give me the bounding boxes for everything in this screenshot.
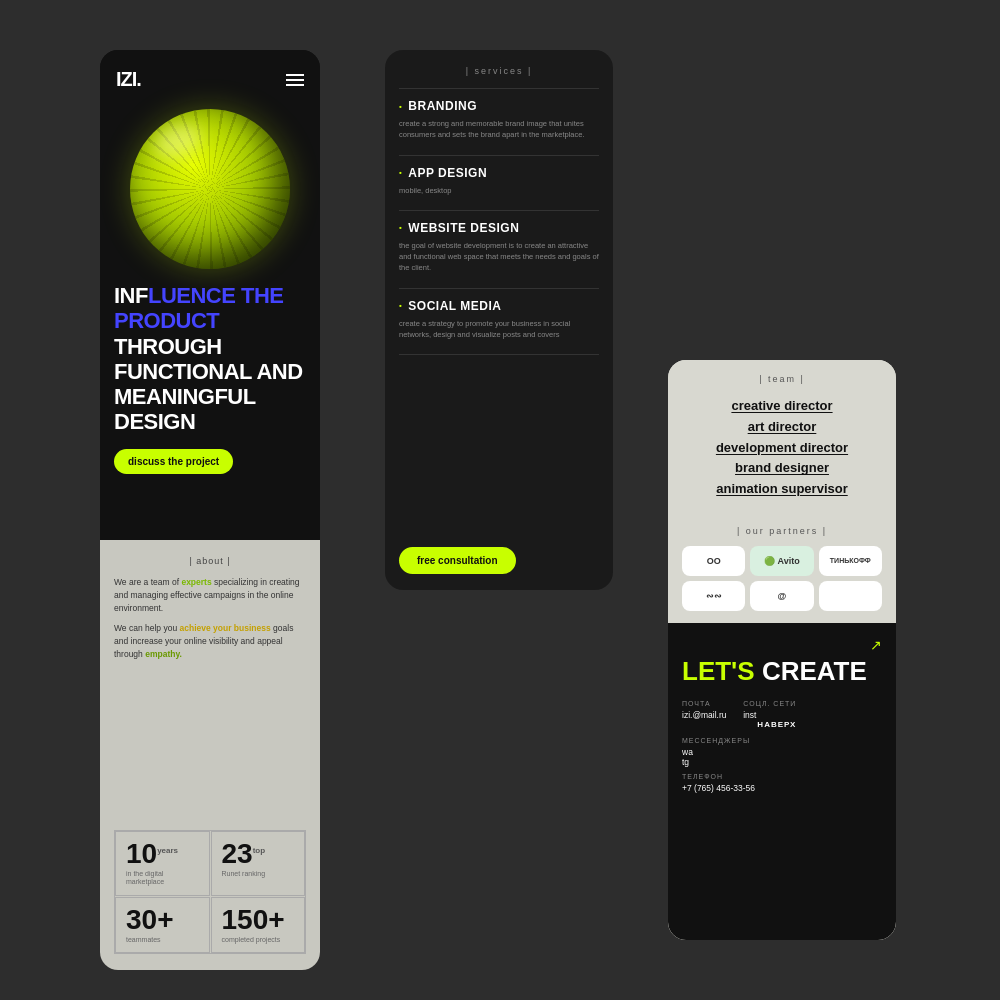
footer-section: ↗ LET'S CREATE ПОЧТА izi.@mail.ru СOЦЛ. … xyxy=(668,623,896,940)
stat-projects-number: 150+ xyxy=(222,906,295,934)
service-social-media: • SOCIAL MEDIA create a strategy to prom… xyxy=(399,299,599,341)
partners-grid: OO 🟢 Avito ТИНЬКОФФ ∾∾ @ xyxy=(682,546,882,611)
partner-tinkoff: ТИНЬКОФФ xyxy=(819,546,882,576)
footer-email-label: ПОЧТА xyxy=(682,700,735,707)
stat-years-number: 10years xyxy=(126,840,199,868)
footer-social-group: СOЦЛ. СЕТИ inst НАВЕРХ xyxy=(743,700,796,729)
role-development-director: development director xyxy=(716,438,848,459)
menu-line-3 xyxy=(286,84,304,86)
footer-contacts-row: ПОЧТА izi.@mail.ru СOЦЛ. СЕТИ inst НАВЕР… xyxy=(682,700,882,737)
about-section: | about | We are a team of experts speci… xyxy=(100,540,320,970)
stat-projects: 150+ completed projects xyxy=(211,897,306,953)
service-branding-desc: create a strong and memorable brand imag… xyxy=(399,118,599,141)
service-website-title: • WEBSITE DESIGN xyxy=(399,221,599,235)
partners-section: | our partners | OO 🟢 Avito ТИНЬКОФФ ∾∾ … xyxy=(668,514,896,623)
role-creative-director: creative director xyxy=(731,396,832,417)
service-divider-top xyxy=(399,88,599,89)
about-text-2: We can help you achieve your business go… xyxy=(114,622,306,660)
role-animation-supervisor: animation supervisor xyxy=(716,479,847,500)
partner-avito: 🟢 Avito xyxy=(750,546,813,576)
footer-phone-label: ТЕЛЕФОН xyxy=(682,773,882,780)
stat-ranking: 23top Runet ranking xyxy=(211,831,306,896)
highlight-empathy: empathy. xyxy=(145,649,182,659)
menu-icon[interactable] xyxy=(286,74,304,86)
footer-messengers-label: МЕССЕНДЖЕРЫ xyxy=(682,737,882,744)
footer-lets: LET'S xyxy=(682,656,755,686)
headline-highlight-blue: LUENCE THEPRODUCT xyxy=(114,283,284,333)
sphere-wrapper xyxy=(100,109,320,269)
service-website-design: • WEBSITE DESIGN the goal of website dev… xyxy=(399,221,599,274)
card-hero: IZI. INFLUENCE THEPRODUCT THROUGH FUNCTI… xyxy=(100,50,320,970)
highlight-achieve: achieve your business xyxy=(180,623,271,633)
highlight-experts: experts xyxy=(181,577,211,587)
service-branding-title: • BRANDING xyxy=(399,99,599,113)
stat-years-label: in the digitalmarketplace xyxy=(126,870,199,887)
service-app-design-title: • APP DESIGN xyxy=(399,166,599,180)
footer-social-value: inst xyxy=(743,710,796,720)
footer-email-value: izi.@mail.ru xyxy=(682,710,735,720)
stat-years-suffix: years xyxy=(157,846,178,855)
partners-label: | our partners | xyxy=(682,526,882,536)
service-dot-app: • xyxy=(399,168,402,177)
role-art-director: art director xyxy=(748,417,817,438)
hero-section: IZI. INFLUENCE THEPRODUCT THROUGH FUNCTI… xyxy=(100,50,320,540)
service-divider-4 xyxy=(399,354,599,355)
footer-top-button[interactable]: НАВЕРХ xyxy=(743,720,796,729)
stat-projects-label: completed projects xyxy=(222,936,295,944)
partner-oo: OO xyxy=(682,546,745,576)
about-text-1: We are a team of experts specializing in… xyxy=(114,576,306,614)
footer-phone-group: ТЕЛЕФОН +7 (765) 456-33-56 xyxy=(682,773,882,793)
footer-messengers-group: МЕССЕНДЖЕРЫ wa tg xyxy=(682,737,882,767)
free-consultation-button[interactable]: free consultation xyxy=(399,547,516,574)
stat-teammates-label: teammates xyxy=(126,936,199,944)
card-team: | team | creative director art director … xyxy=(668,360,896,940)
menu-line-1 xyxy=(286,74,304,76)
partner-logo-5: @ xyxy=(750,581,813,611)
stat-ranking-number: 23top xyxy=(222,840,295,868)
partner-logo-4: ∾∾ xyxy=(682,581,745,611)
service-social-desc: create a strategy to promote your busine… xyxy=(399,318,599,341)
service-dot-website: • xyxy=(399,223,402,232)
partner-logo-6 xyxy=(819,581,882,611)
role-brand-designer: brand designer xyxy=(735,458,829,479)
team-label: | team | xyxy=(682,374,882,384)
service-divider-2 xyxy=(399,210,599,211)
service-dot-branding: • xyxy=(399,102,402,111)
stat-ranking-suffix: top xyxy=(253,846,265,855)
team-section: | team | creative director art director … xyxy=(668,360,896,514)
hero-cta-button[interactable]: discuss the project xyxy=(114,449,233,474)
logo: IZI. xyxy=(116,68,141,91)
footer-messengers-tg: tg xyxy=(682,757,882,767)
card-services: | services | • BRANDING create a strong … xyxy=(385,50,613,590)
footer-phone-value: +7 (765) 456-33-56 xyxy=(682,783,882,793)
service-divider-3 xyxy=(399,288,599,289)
hero-headline: INFLUENCE THEPRODUCT THROUGH FUNCTIONAL … xyxy=(100,269,320,435)
team-roles: creative director art director developme… xyxy=(682,396,882,500)
footer-arrow-icon: ↗ xyxy=(682,637,882,653)
footer-email-group: ПОЧТА izi.@mail.ru xyxy=(682,700,735,729)
hero-sphere xyxy=(130,109,290,269)
stat-years: 10years in the digitalmarketplace xyxy=(115,831,210,896)
service-branding: • BRANDING create a strong and memorable… xyxy=(399,99,599,141)
service-app-design: • APP DESIGN mobile, desktop xyxy=(399,166,599,196)
about-label: | about | xyxy=(114,556,306,566)
footer-create: CREATE xyxy=(762,656,867,686)
service-website-desc: the goal of website development is to cr… xyxy=(399,240,599,274)
footer-cta: LET'S CREATE xyxy=(682,657,882,686)
hero-nav: IZI. xyxy=(100,50,320,101)
footer-messengers-wa: wa xyxy=(682,747,882,757)
service-social-title: • SOCIAL MEDIA xyxy=(399,299,599,313)
service-dot-social: • xyxy=(399,301,402,310)
footer-contacts: ПОЧТА izi.@mail.ru СOЦЛ. СЕТИ inst НАВЕР… xyxy=(682,700,796,729)
footer-social-label: СOЦЛ. СЕТИ xyxy=(743,700,796,707)
about-stats: 10years in the digitalmarketplace 23top … xyxy=(114,830,306,954)
menu-line-2 xyxy=(286,79,304,81)
stat-teammates: 30+ teammates xyxy=(115,897,210,953)
services-label: | services | xyxy=(399,66,599,76)
service-divider-1 xyxy=(399,155,599,156)
service-app-design-desc: mobile, desktop xyxy=(399,185,599,196)
stat-teammates-number: 30+ xyxy=(126,906,199,934)
stat-ranking-label: Runet ranking xyxy=(222,870,295,878)
